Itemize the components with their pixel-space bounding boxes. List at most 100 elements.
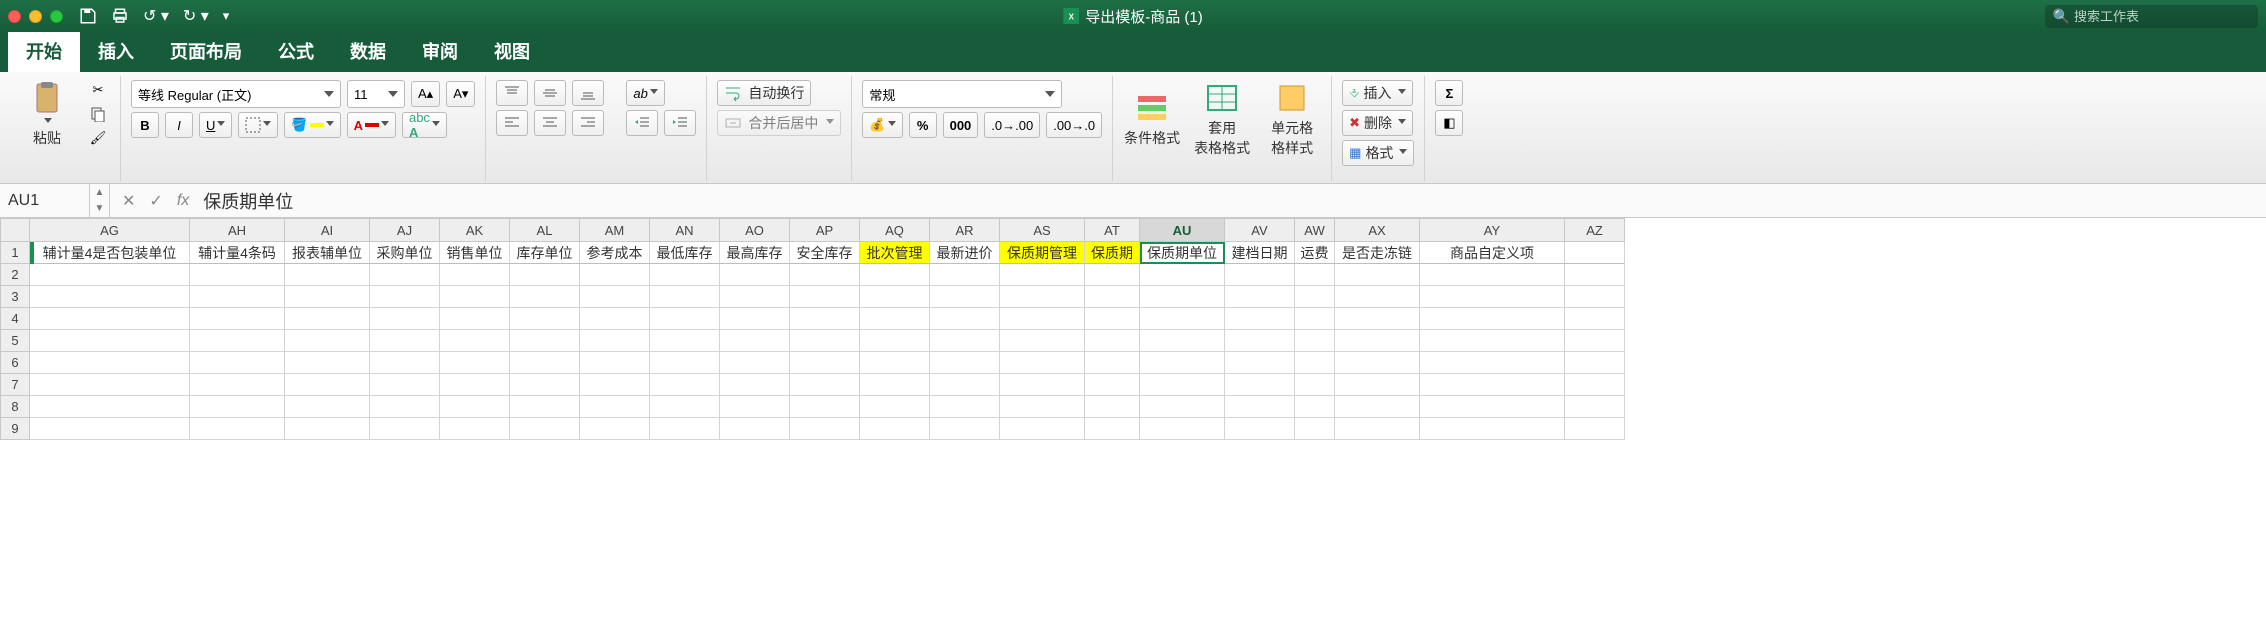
cell-AI5[interactable]: [285, 330, 370, 352]
cell-AP3[interactable]: [790, 286, 860, 308]
cell-AH1[interactable]: 辅计量4条码: [190, 242, 285, 264]
autosum-button[interactable]: Σ: [1435, 80, 1463, 106]
cell-AS5[interactable]: [1000, 330, 1085, 352]
tab-formulas[interactable]: 公式: [260, 29, 332, 72]
cell-AV1[interactable]: 建档日期: [1225, 242, 1295, 264]
cell-AY4[interactable]: [1420, 308, 1565, 330]
cell-AZ4[interactable]: [1565, 308, 1625, 330]
cell-AX5[interactable]: [1335, 330, 1420, 352]
phonetic-button[interactable]: abcA: [402, 112, 447, 138]
cell-AN6[interactable]: [650, 352, 720, 374]
cell-AR6[interactable]: [930, 352, 1000, 374]
cell-AL5[interactable]: [510, 330, 580, 352]
cell-AT6[interactable]: [1085, 352, 1140, 374]
row-header-3[interactable]: 3: [0, 286, 30, 308]
cell-AJ6[interactable]: [370, 352, 440, 374]
cell-AP6[interactable]: [790, 352, 860, 374]
align-right-button[interactable]: [572, 110, 604, 136]
cell-AW8[interactable]: [1295, 396, 1335, 418]
cell-AO8[interactable]: [720, 396, 790, 418]
tab-view[interactable]: 视图: [476, 29, 548, 72]
cell-AW5[interactable]: [1295, 330, 1335, 352]
column-header-AQ[interactable]: AQ: [860, 218, 930, 242]
cell-AS4[interactable]: [1000, 308, 1085, 330]
cell-AM4[interactable]: [580, 308, 650, 330]
cell-AQ4[interactable]: [860, 308, 930, 330]
cell-AY6[interactable]: [1420, 352, 1565, 374]
cell-AQ8[interactable]: [860, 396, 930, 418]
select-all-corner[interactable]: [0, 218, 30, 242]
cell-AI1[interactable]: 报表辅单位: [285, 242, 370, 264]
column-header-AW[interactable]: AW: [1295, 218, 1335, 242]
tab-home[interactable]: 开始: [8, 29, 80, 72]
cell-AP4[interactable]: [790, 308, 860, 330]
cell-AN9[interactable]: [650, 418, 720, 440]
cell-AU3[interactable]: [1140, 286, 1225, 308]
cell-AR7[interactable]: [930, 374, 1000, 396]
cell-AM5[interactable]: [580, 330, 650, 352]
cell-AT9[interactable]: [1085, 418, 1140, 440]
cell-AZ6[interactable]: [1565, 352, 1625, 374]
cell-AL3[interactable]: [510, 286, 580, 308]
cell-styles-button[interactable]: 单元格 格样式: [1263, 80, 1321, 158]
cell-AV6[interactable]: [1225, 352, 1295, 374]
accept-formula-button[interactable]: ✓: [149, 191, 162, 211]
cell-AL7[interactable]: [510, 374, 580, 396]
cell-AK2[interactable]: [440, 264, 510, 286]
cell-AN2[interactable]: [650, 264, 720, 286]
cell-AO7[interactable]: [720, 374, 790, 396]
cell-AT7[interactable]: [1085, 374, 1140, 396]
cell-AU7[interactable]: [1140, 374, 1225, 396]
cell-AZ3[interactable]: [1565, 286, 1625, 308]
cell-AK1[interactable]: 销售单位: [440, 242, 510, 264]
underline-button[interactable]: U: [199, 112, 232, 138]
cell-AQ6[interactable]: [860, 352, 930, 374]
cell-AJ1[interactable]: 采购单位: [370, 242, 440, 264]
column-header-AP[interactable]: AP: [790, 218, 860, 242]
cell-AZ2[interactable]: [1565, 264, 1625, 286]
cell-AR1[interactable]: 最新进价: [930, 242, 1000, 264]
decrease-decimal-button[interactable]: .00→.0: [1046, 112, 1102, 138]
cell-AX4[interactable]: [1335, 308, 1420, 330]
column-header-AK[interactable]: AK: [440, 218, 510, 242]
font-name-combo[interactable]: 等线 Regular (正文): [131, 80, 341, 108]
cell-AO2[interactable]: [720, 264, 790, 286]
save-icon[interactable]: [79, 7, 97, 25]
cell-AS2[interactable]: [1000, 264, 1085, 286]
cell-AW9[interactable]: [1295, 418, 1335, 440]
name-box[interactable]: AU1: [0, 184, 90, 217]
cell-AT5[interactable]: [1085, 330, 1140, 352]
cell-AK9[interactable]: [440, 418, 510, 440]
cancel-formula-button[interactable]: ✕: [122, 191, 135, 211]
maximize-window-button[interactable]: [50, 10, 63, 23]
column-header-AZ[interactable]: AZ: [1565, 218, 1625, 242]
formula-value[interactable]: 保质期单位: [203, 188, 293, 214]
undo-button[interactable]: ↺ ▾: [143, 6, 169, 26]
cell-AM6[interactable]: [580, 352, 650, 374]
cell-AX8[interactable]: [1335, 396, 1420, 418]
cell-AW1[interactable]: 运费: [1295, 242, 1335, 264]
format-cells-button[interactable]: ▦格式: [1342, 140, 1414, 166]
currency-button[interactable]: 💰: [862, 112, 902, 138]
cell-AW4[interactable]: [1295, 308, 1335, 330]
cell-AM8[interactable]: [580, 396, 650, 418]
wrap-text-button[interactable]: 自动换行: [717, 80, 811, 106]
cell-AI7[interactable]: [285, 374, 370, 396]
comma-button[interactable]: 000: [943, 112, 979, 138]
cell-AS1[interactable]: 保质期管理: [1000, 242, 1085, 264]
align-top-button[interactable]: [496, 80, 528, 106]
search-box[interactable]: 🔍: [2045, 5, 2258, 28]
cell-AY2[interactable]: [1420, 264, 1565, 286]
column-header-AR[interactable]: AR: [930, 218, 1000, 242]
column-header-AL[interactable]: AL: [510, 218, 580, 242]
column-header-AM[interactable]: AM: [580, 218, 650, 242]
cell-AS8[interactable]: [1000, 396, 1085, 418]
cell-AK7[interactable]: [440, 374, 510, 396]
cell-AQ3[interactable]: [860, 286, 930, 308]
cell-AR5[interactable]: [930, 330, 1000, 352]
row-header-8[interactable]: 8: [0, 396, 30, 418]
format-as-table-button[interactable]: 套用 表格格式: [1193, 80, 1251, 158]
cell-AL4[interactable]: [510, 308, 580, 330]
cell-AN8[interactable]: [650, 396, 720, 418]
cell-AQ9[interactable]: [860, 418, 930, 440]
